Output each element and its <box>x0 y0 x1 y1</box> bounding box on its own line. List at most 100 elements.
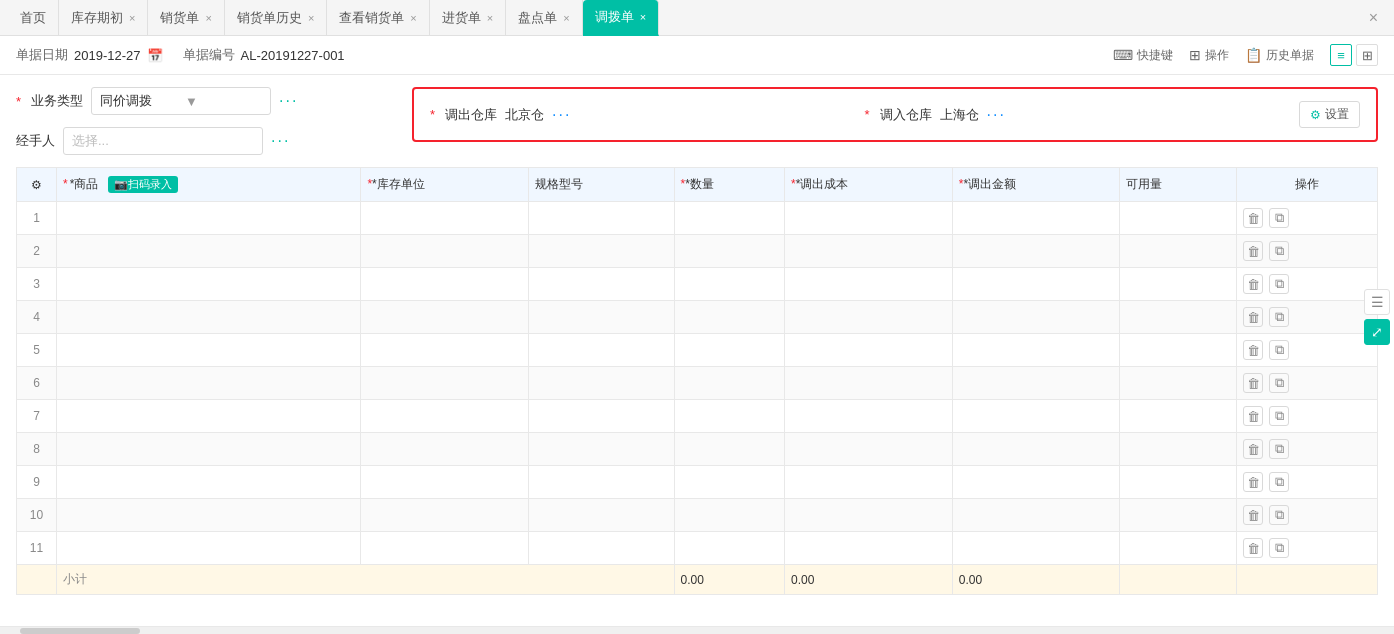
close-window-button[interactable]: × <box>1361 9 1386 27</box>
handler-field: 经手人 选择... ··· <box>16 127 396 155</box>
delete-row-icon[interactable]: 🗑 <box>1243 208 1263 228</box>
copy-row-icon[interactable]: ⧉ <box>1269 340 1289 360</box>
required-star: * <box>16 94 21 109</box>
required-star-in: * <box>865 107 870 122</box>
table-row: 5 🗑⧉ <box>17 334 1378 367</box>
col-available: 可用量 <box>1120 168 1237 202</box>
delete-row-icon[interactable]: 🗑 <box>1243 472 1263 492</box>
doc-number-field: 单据编号 AL-20191227-001 <box>183 46 345 64</box>
warehouse-section: * 调出仓库 北京仓 ··· * 调入仓库 上海仓 ··· ⚙ 设置 <box>412 87 1378 142</box>
col-amount: **调出金额 <box>952 168 1120 202</box>
col-qty: **数量 <box>674 168 784 202</box>
scan-entry-button[interactable]: 📷 扫码录入 <box>108 176 178 193</box>
tab-purchase-order[interactable]: 进货单 × <box>430 0 506 36</box>
copy-row-icon[interactable]: ⧉ <box>1269 274 1289 294</box>
delete-row-icon[interactable]: 🗑 <box>1243 505 1263 525</box>
copy-row-icon[interactable]: ⧉ <box>1269 505 1289 525</box>
close-tab-inventory-init[interactable]: × <box>129 12 135 24</box>
delete-row-icon[interactable]: 🗑 <box>1243 340 1263 360</box>
view-toggle: ≡ ⊞ <box>1330 44 1378 66</box>
calendar-icon[interactable]: 📅 <box>147 48 163 63</box>
dropdown-arrow-icon: ▼ <box>185 94 262 109</box>
table-row: 3 🗑⧉ <box>17 268 1378 301</box>
gear-icon: ⚙ <box>1310 108 1321 122</box>
copy-row-icon[interactable]: ⧉ <box>1269 373 1289 393</box>
grid-icon: ⊞ <box>1189 47 1201 63</box>
operations-button[interactable]: ⊞ 操作 <box>1189 47 1229 64</box>
tab-sales-history[interactable]: 销货单历史 × <box>225 0 327 36</box>
history-icon: 📋 <box>1245 47 1262 63</box>
tab-view-sales[interactable]: 查看销货单 × <box>327 0 429 36</box>
expand-icon: ⤢ <box>1371 324 1383 340</box>
grid-view-button[interactable]: ⊞ <box>1356 44 1378 66</box>
form-area: * 业务类型 同价调拨 ▼ ··· 经手人 选择... ··· <box>0 75 1394 167</box>
keyboard-icon: ⌨ <box>1113 47 1133 63</box>
history-button[interactable]: 📋 历史单据 <box>1245 47 1314 64</box>
business-type-select[interactable]: 同价调拨 ▼ <box>91 87 271 115</box>
sidebar-list-button[interactable]: ☰ <box>1364 289 1390 315</box>
column-settings-icon[interactable]: ⚙ <box>31 178 42 192</box>
close-tab-sales-order[interactable]: × <box>205 12 211 24</box>
business-type-field: * 业务类型 同价调拨 ▼ ··· <box>16 87 396 115</box>
list-icon: ☰ <box>1371 294 1384 310</box>
table-row: 6 🗑⧉ <box>17 367 1378 400</box>
table-row: 9 🗑⧉ <box>17 466 1378 499</box>
delete-row-icon[interactable]: 🗑 <box>1243 538 1263 558</box>
close-tab-transfer-order[interactable]: × <box>640 11 646 23</box>
settings-button[interactable]: ⚙ 设置 <box>1299 101 1360 128</box>
date-field: 单据日期 2019-12-27 📅 <box>16 46 163 64</box>
col-settings[interactable]: ⚙ <box>17 168 57 202</box>
table-row: 4 🗑⧉ <box>17 301 1378 334</box>
warehouse-in-more-button[interactable]: ··· <box>987 106 1006 124</box>
table-row: 11 🗑⧉ <box>17 532 1378 565</box>
table-container: ⚙ **商品 📷 扫码录入 **库存单位 规格型号 **数量 **调出成 <box>0 167 1394 626</box>
delete-row-icon[interactable]: 🗑 <box>1243 274 1263 294</box>
warehouse-out-more-button[interactable]: ··· <box>552 106 571 124</box>
delete-row-icon[interactable]: 🗑 <box>1243 373 1263 393</box>
col-product: **商品 📷 扫码录入 <box>57 168 361 202</box>
tab-home[interactable]: 首页 <box>8 0 59 36</box>
delete-row-icon[interactable]: 🗑 <box>1243 406 1263 426</box>
tab-bar: 首页 库存期初 × 销货单 × 销货单历史 × 查看销货单 × 进货单 × <box>0 0 1394 36</box>
main-toolbar: 单据日期 2019-12-27 📅 单据编号 AL-20191227-001 ⌨… <box>0 36 1394 75</box>
scan-icon: 📷 <box>114 178 128 191</box>
copy-row-icon[interactable]: ⧉ <box>1269 439 1289 459</box>
copy-row-icon[interactable]: ⧉ <box>1269 241 1289 261</box>
table-row: 1 🗑⧉ <box>17 202 1378 235</box>
form-left-section: * 业务类型 同价调拨 ▼ ··· 经手人 选择... ··· <box>16 87 396 155</box>
handler-more-button[interactable]: ··· <box>271 132 290 150</box>
subtotal-row: 小计 0.00 0.00 0.00 <box>17 565 1378 595</box>
delete-row-icon[interactable]: 🗑 <box>1243 241 1263 261</box>
table-row: 10 🗑⧉ <box>17 499 1378 532</box>
transfer-table: ⚙ **商品 📷 扫码录入 **库存单位 规格型号 **数量 **调出成 <box>16 167 1378 595</box>
tab-inventory-init[interactable]: 库存期初 × <box>59 0 148 36</box>
col-spec: 规格型号 <box>529 168 674 202</box>
shortcuts-button[interactable]: ⌨ 快捷键 <box>1113 47 1173 64</box>
close-tab-purchase-order[interactable]: × <box>487 12 493 24</box>
copy-row-icon[interactable]: ⧉ <box>1269 472 1289 492</box>
horizontal-scrollbar[interactable] <box>0 626 1394 634</box>
tab-transfer-order[interactable]: 调拨单 × <box>583 0 659 36</box>
close-tab-sales-history[interactable]: × <box>308 12 314 24</box>
col-cost: **调出成本 <box>785 168 953 202</box>
col-operations: 操作 <box>1237 168 1378 202</box>
table-row: 2 🗑⧉ <box>17 235 1378 268</box>
copy-row-icon[interactable]: ⧉ <box>1269 307 1289 327</box>
copy-row-icon[interactable]: ⧉ <box>1269 538 1289 558</box>
handler-select[interactable]: 选择... <box>63 127 263 155</box>
sidebar-expand-button[interactable]: ⤢ <box>1364 319 1390 345</box>
delete-row-icon[interactable]: 🗑 <box>1243 439 1263 459</box>
delete-row-icon[interactable]: 🗑 <box>1243 307 1263 327</box>
toolbar-right-actions: ⌨ 快捷键 ⊞ 操作 📋 历史单据 ≡ ⊞ <box>1113 44 1378 66</box>
business-type-more-button[interactable]: ··· <box>279 92 298 110</box>
scrollbar-thumb[interactable] <box>20 628 140 634</box>
tab-inventory-check[interactable]: 盘点单 × <box>506 0 582 36</box>
copy-row-icon[interactable]: ⧉ <box>1269 208 1289 228</box>
tab-sales-order[interactable]: 销货单 × <box>148 0 224 36</box>
close-tab-inventory-check[interactable]: × <box>563 12 569 24</box>
required-star-out: * <box>430 107 435 122</box>
copy-row-icon[interactable]: ⧉ <box>1269 406 1289 426</box>
warehouse-out-field: * 调出仓库 北京仓 ··· <box>430 106 833 124</box>
close-tab-view-sales[interactable]: × <box>410 12 416 24</box>
list-view-button[interactable]: ≡ <box>1330 44 1352 66</box>
